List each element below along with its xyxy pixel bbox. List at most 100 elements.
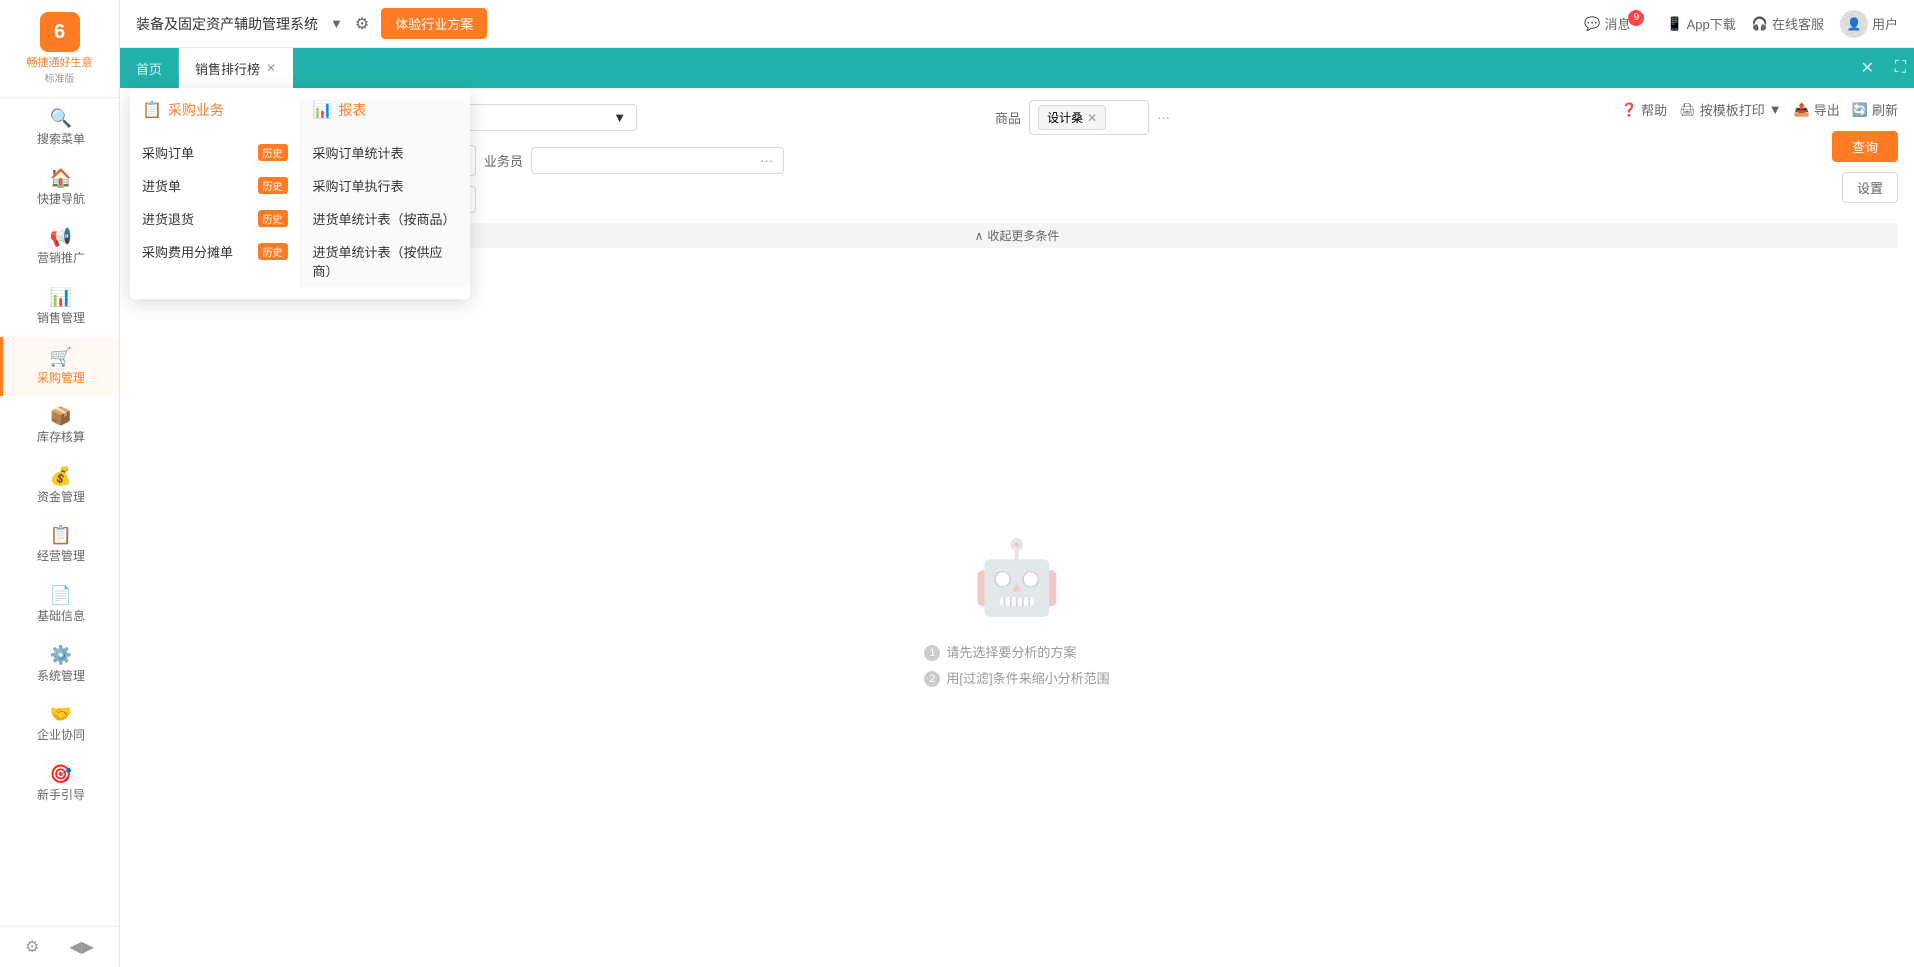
sidebar-label-sales: 销售管理 xyxy=(37,311,85,327)
sidebar-item-basicinfo[interactable]: 📄 基础信息 xyxy=(0,575,119,635)
topbar-left: 装备及固定资产辅助管理系统 ▼ ⚙ 体验行业方案 xyxy=(136,8,487,39)
goods-label: 商品 xyxy=(995,108,1021,127)
sidebar-label-search: 搜索菜单 xyxy=(37,132,85,148)
logo-icon: 6 xyxy=(40,12,80,52)
setting-btn[interactable]: 设置 xyxy=(1842,172,1898,203)
export-icon: 📤 xyxy=(1794,102,1810,118)
sidebar-item-system[interactable]: ⚙️ 系统管理 xyxy=(0,635,119,695)
online-service-btn[interactable]: 🎧 在线客服 xyxy=(1752,14,1824,33)
online-service-label: 在线客服 xyxy=(1772,14,1824,33)
purchase-dropdown-menu: 📋 采购业务 采购订单 历史 进货单 历史 进货退货 历史 采购费用分摊单 历史 xyxy=(130,88,470,299)
sidebar-label-guide: 新手引导 xyxy=(37,788,85,804)
sidebar-label-marketing: 营销推广 xyxy=(37,251,85,267)
sales-icon: 📊 xyxy=(50,287,72,308)
report-header: 📊 报表 xyxy=(313,100,459,126)
empty-state: 🤖 1 请先选择要分析的方案 2 用[过滤]条件来缩小分析范围 xyxy=(120,260,1914,967)
tab-maximize-btn[interactable]: ⛶ xyxy=(1895,59,1906,77)
tab-home[interactable]: 首页 xyxy=(120,48,179,88)
salesperson-label: 业务员 xyxy=(484,151,523,170)
tab-home-label: 首页 xyxy=(136,59,162,78)
empty-tip-2: 2 用[过滤]条件来缩小分析范围 xyxy=(924,666,1109,692)
chevron-down-icon: ▼ xyxy=(1769,102,1782,117)
message-btn[interactable]: 💬 消息 9 xyxy=(1584,14,1650,33)
sidebar-label-purchase: 采购管理 xyxy=(37,371,85,387)
salesperson-select[interactable]: ··· xyxy=(531,147,784,174)
sidebar-item-search[interactable]: 🔍 搜索菜单 xyxy=(0,98,119,158)
report-order-exec-item[interactable]: 采购订单执行表 xyxy=(313,169,459,202)
purchase-receipt-item[interactable]: 进货单 历史 xyxy=(142,169,288,202)
sidebar-label-finance: 资金管理 xyxy=(37,490,85,506)
print-btn[interactable]: 🖨 按模板打印 ▼ xyxy=(1679,100,1781,119)
basicinfo-icon: 📄 xyxy=(50,585,72,606)
message-badge: 9 xyxy=(1628,10,1644,26)
system-icon: ⚙️ xyxy=(50,645,72,666)
user-area[interactable]: 👤 用户 xyxy=(1840,10,1898,38)
refresh-icon: 🔄 xyxy=(1852,102,1868,118)
settings-bottom-btn[interactable]: ⚙ xyxy=(25,937,39,957)
collab-icon: 🤝 xyxy=(50,704,72,725)
purchase-expense-item[interactable]: 采购费用分摊单 历史 xyxy=(142,235,288,268)
help-btn[interactable]: ❓ 帮助 xyxy=(1621,100,1667,119)
purchase-order-item[interactable]: 采购订单 历史 xyxy=(142,136,288,169)
dropdown-columns: 📋 采购业务 采购订单 历史 进货单 历史 进货退货 历史 采购费用分摊单 历史 xyxy=(130,100,470,287)
sidebar-item-nav[interactable]: 🏠 快捷导航 xyxy=(0,158,119,218)
purchase-business-title: 采购业务 xyxy=(168,100,224,120)
sidebar-item-marketing[interactable]: 📢 营销推广 xyxy=(0,217,119,277)
purchase-return-item[interactable]: 进货退货 历史 xyxy=(142,202,288,235)
goods-tag-remove[interactable]: ✕ xyxy=(1087,111,1097,125)
user-label: 用户 xyxy=(1872,14,1898,33)
report-order-stat-item[interactable]: 采购订单统计表 xyxy=(313,136,459,169)
tab-sales-rank[interactable]: 销售排行榜 ✕ xyxy=(179,48,293,88)
history-badge-2: 历史 xyxy=(258,210,288,227)
tab-close-icon[interactable]: ✕ xyxy=(266,61,276,75)
history-badge-3: 历史 xyxy=(258,243,288,260)
sidebar-bottom: ⚙ ◀▶ xyxy=(0,926,119,967)
export-btn[interactable]: 📤 导出 xyxy=(1794,100,1840,119)
logo-area: 6 畅捷通好生意 标准版 xyxy=(0,0,119,98)
report-receipt-supplier-item[interactable]: 进货单统计表（按供应商） xyxy=(313,235,459,287)
refresh-btn[interactable]: 🔄 刷新 xyxy=(1852,100,1898,119)
sidebar-item-guide[interactable]: 🎯 新手引导 xyxy=(0,754,119,814)
salesperson-more[interactable]: ··· xyxy=(760,153,773,168)
sidebar-label-basicinfo: 基础信息 xyxy=(37,609,85,625)
empty-tip-1: 1 请先选择要分析的方案 xyxy=(924,640,1109,666)
empty-illustration: 🤖 xyxy=(972,535,1062,620)
purchase-business-header: 📋 采购业务 xyxy=(142,100,288,126)
help-icon: ❓ xyxy=(1621,102,1637,118)
app-download-btn[interactable]: 📱 App下载 xyxy=(1666,14,1735,33)
tab-close-all-btn[interactable]: ✕ xyxy=(1861,58,1874,78)
message-label: 消息 xyxy=(1604,14,1630,33)
sidebar: 6 畅捷通好生意 标准版 🔍 搜索菜单 🏠 快捷导航 📢 营销推广 📊 销售管理 xyxy=(0,0,120,967)
guide-icon: 🎯 xyxy=(50,764,72,785)
sidebar-item-sales[interactable]: 📊 销售管理 xyxy=(0,277,119,337)
system-dropdown[interactable]: ▼ xyxy=(330,16,343,31)
logo-sub: 标准版 xyxy=(45,70,75,85)
home-icon: 🏠 xyxy=(50,168,72,189)
chevron-down-icon: ▼ xyxy=(613,110,626,125)
tabbar: 首页 销售排行榜 ✕ ✕ ⛶ xyxy=(120,48,1914,88)
goods-more-btn[interactable]: ··· xyxy=(1157,110,1170,125)
headset-icon: 🎧 xyxy=(1752,16,1768,32)
sidebar-label-nav: 快捷导航 xyxy=(37,192,85,208)
query-btn[interactable]: 查询 xyxy=(1832,131,1898,162)
message-icon: 💬 xyxy=(1584,16,1600,32)
tab-sales-rank-label: 销售排行榜 xyxy=(195,59,260,78)
chevron-down-icon: ▼ xyxy=(330,16,343,31)
collapse-sidebar-btn[interactable]: ◀▶ xyxy=(69,937,94,957)
inventory-icon: 📦 xyxy=(50,406,72,427)
report-title: 报表 xyxy=(338,100,366,120)
sidebar-item-operations[interactable]: 📋 经营管理 xyxy=(0,515,119,575)
sidebar-item-collab[interactable]: 🤝 企业协同 xyxy=(0,694,119,754)
sidebar-label-system: 系统管理 xyxy=(37,669,85,685)
sidebar-item-purchase[interactable]: 🛒 采购管理 xyxy=(0,337,119,397)
system-title: 装备及固定资产辅助管理系统 xyxy=(136,14,318,34)
sidebar-item-finance[interactable]: 💰 资金管理 xyxy=(0,456,119,516)
report-receipt-goods-item[interactable]: 进货单统计表（按商品） xyxy=(313,202,459,235)
sidebar-item-inventory[interactable]: 📦 库存核算 xyxy=(0,396,119,456)
history-badge-0: 历史 xyxy=(258,144,288,161)
goods-tag: 设计桑 ✕ xyxy=(1038,105,1106,130)
purchase-icon: 🛒 xyxy=(50,347,72,368)
industry-btn[interactable]: 体验行业方案 xyxy=(381,8,487,39)
history-badge-1: 历史 xyxy=(258,177,288,194)
gear-icon[interactable]: ⚙ xyxy=(355,14,369,34)
